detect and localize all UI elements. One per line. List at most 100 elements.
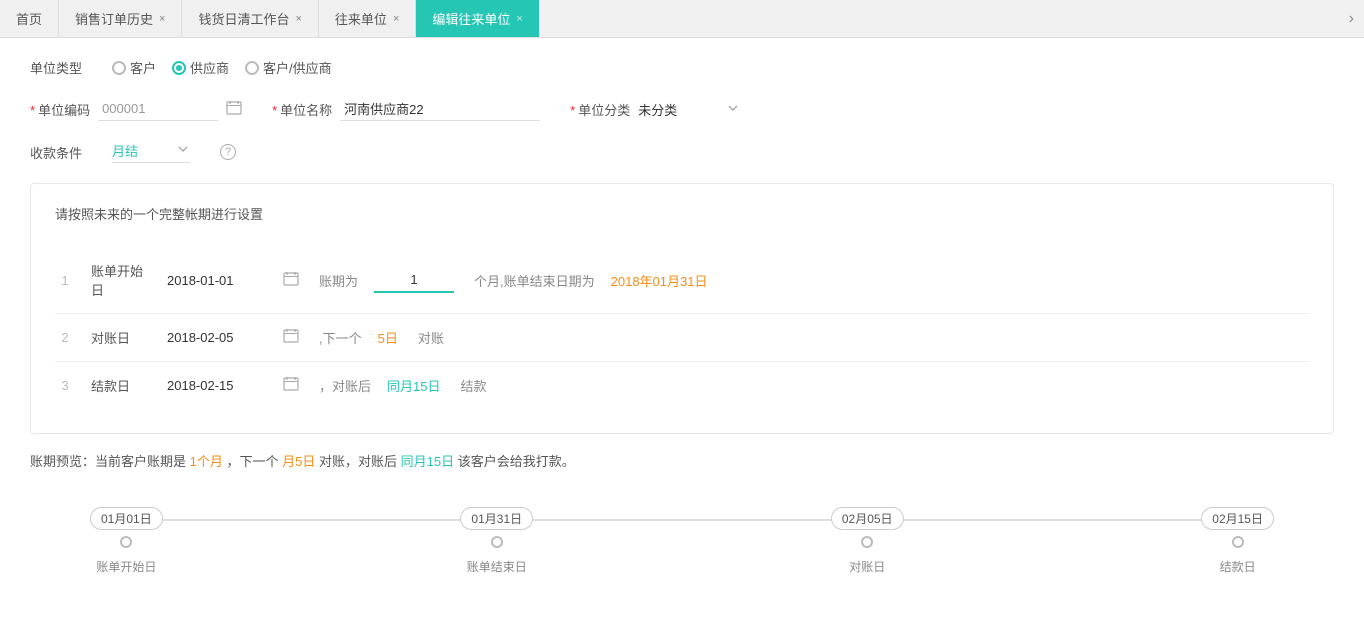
- page-content: 单位类型 客户 供应商 客户/供应商 *单位编码: [0, 38, 1364, 617]
- tab-home[interactable]: 首页: [0, 0, 59, 37]
- period-date-3: 2018-02-15: [167, 378, 267, 393]
- timeline-badge-3: 02月15日: [1201, 507, 1274, 530]
- tab-cash-label: 钱货日清工作台: [198, 9, 289, 28]
- period-row-1: 1 账单开始日 2018-01-01 账期为 个月,账单结束日期为 2018年0…: [55, 247, 1309, 314]
- tab-edit-partner[interactable]: 编辑往来单位 ×: [416, 0, 538, 37]
- unit-code-group: *单位编码: [30, 97, 242, 121]
- timeline-dot-0: [120, 536, 132, 548]
- period-highlight-2: 5日: [378, 328, 398, 347]
- timeline-point-label-3: 结款日: [1220, 558, 1256, 575]
- period-row-3: 3 结款日 2018-02-15 ，对账后 同月15日 结款: [55, 362, 1309, 409]
- radio-customer-supplier[interactable]: 客户/供应商: [245, 58, 332, 77]
- payment-condition-row: 收款条件 月结 ?: [30, 141, 1334, 163]
- timeline-point-label-0: 账单开始日: [96, 558, 156, 575]
- payment-condition-value: 月结: [112, 141, 172, 160]
- required-star-category: *: [570, 103, 575, 118]
- timeline-point-label-1: 账单结束日: [467, 558, 527, 575]
- payment-condition-label: 收款条件: [30, 143, 82, 162]
- timeline-dot-2: [861, 536, 873, 548]
- unit-code-input[interactable]: [98, 97, 218, 121]
- period-highlight-date-1: 2018年01月31日: [611, 271, 708, 290]
- preview-label: 账期预览：当前客户账期是: [30, 454, 186, 469]
- period-rows: 1 账单开始日 2018-01-01 账期为 个月,账单结束日期为 2018年0…: [55, 247, 1309, 409]
- document-icon[interactable]: [226, 100, 242, 119]
- payment-condition-select[interactable]: 月结: [112, 141, 190, 163]
- payment-dropdown-icon[interactable]: [176, 142, 190, 159]
- period-card-title: 请按照未来的一个完整帐期进行设置: [55, 204, 1309, 223]
- period-date-1: 2018-01-01: [167, 273, 267, 288]
- preview-text-4: 该客户会给我打款。: [458, 454, 575, 469]
- calendar-icon-1[interactable]: [283, 271, 299, 290]
- help-text: ?: [225, 146, 231, 158]
- unit-name-label: *单位名称: [272, 100, 332, 119]
- period-desc-prefix-1: 账期为: [319, 271, 358, 290]
- close-icon[interactable]: ×: [295, 13, 301, 25]
- period-index-3: 3: [55, 378, 75, 393]
- period-type-label-2: 对账日: [91, 328, 151, 347]
- timeline-dot-3: [1232, 536, 1244, 548]
- timeline-point-1: 01月31日 账单结束日: [460, 507, 533, 575]
- period-desc-2: ,下一个: [319, 328, 362, 347]
- preview-section: 账期预览：当前客户账期是 1个月 ，下一个 月5日 对账，对账后 同月15日 该…: [30, 450, 1334, 597]
- tab-sales-label: 销售订单历史: [75, 9, 153, 28]
- help-icon[interactable]: ?: [220, 144, 236, 160]
- period-highlight-3: 同月15日: [387, 376, 440, 395]
- period-date-2: 2018-02-05: [167, 330, 267, 345]
- unit-type-row: 单位类型 客户 供应商 客户/供应商: [30, 58, 1334, 77]
- unit-category-value: 未分类: [638, 100, 718, 119]
- unit-type-radio-group: 客户 供应商 客户/供应商: [112, 58, 332, 77]
- close-icon[interactable]: ×: [516, 13, 522, 25]
- radio-circle-both: [245, 61, 259, 75]
- tabs-bar: 首页 销售订单历史 × 钱货日清工作台 × 往来单位 × 编辑往来单位 × ›: [0, 0, 1364, 38]
- period-value-input[interactable]: [374, 268, 454, 293]
- tab-cash-work[interactable]: 钱货日清工作台 ×: [182, 0, 318, 37]
- unit-name-input[interactable]: [340, 97, 540, 121]
- timeline-point-0: 01月01日 账单开始日: [90, 507, 163, 575]
- radio-customer[interactable]: 客户: [112, 58, 156, 77]
- radio-supplier[interactable]: 供应商: [172, 58, 229, 77]
- preview-highlight-1: 1个月: [190, 454, 223, 469]
- close-icon[interactable]: ×: [159, 13, 165, 25]
- unit-category-label: *单位分类: [570, 100, 630, 119]
- calendar-icon-3[interactable]: [283, 376, 299, 395]
- tab-home-label: 首页: [16, 9, 42, 28]
- period-unit-1: 个月,账单结束日期为: [474, 271, 595, 290]
- tab-edit-partner-label: 编辑往来单位: [432, 9, 510, 28]
- period-type-label-3: 结款日: [91, 376, 151, 395]
- unit-type-label: 单位类型: [30, 58, 82, 77]
- required-star-name: *: [272, 103, 277, 118]
- period-suffix-2: 对账: [418, 328, 444, 347]
- close-icon[interactable]: ×: [393, 13, 399, 25]
- timeline-point-2: 02月05日 对账日: [831, 507, 904, 575]
- tab-sales-order-history[interactable]: 销售订单历史 ×: [59, 0, 182, 37]
- category-dropdown-icon[interactable]: [726, 101, 740, 118]
- timeline-point-label-2: 对账日: [849, 558, 885, 575]
- radio-both-label: 客户/供应商: [263, 58, 332, 77]
- preview-highlight-3: 同月15日: [401, 454, 454, 469]
- unit-code-label: *单位编码: [30, 100, 90, 119]
- period-suffix-3: 结款: [460, 376, 486, 395]
- radio-supplier-label: 供应商: [190, 58, 229, 77]
- timeline-dot-1: [491, 536, 503, 548]
- unit-category-group: *单位分类 未分类: [570, 100, 740, 119]
- calendar-icon-2[interactable]: [283, 328, 299, 347]
- tab-partners[interactable]: 往来单位 ×: [319, 0, 416, 37]
- timeline-badge-0: 01月01日: [90, 507, 163, 530]
- period-row-2: 2 对账日 2018-02-05 ,下一个 5日 对账: [55, 314, 1309, 362]
- timeline-points: 01月01日 账单开始日 01月31日 账单结束日 02月05日 对账日 02月…: [90, 507, 1274, 575]
- unit-name-group: *单位名称: [272, 97, 540, 121]
- timeline-badge-2: 02月05日: [831, 507, 904, 530]
- preview-highlight-2: 月5日: [282, 454, 315, 469]
- tab-partners-label: 往来单位: [335, 9, 387, 28]
- period-index-2: 2: [55, 330, 75, 345]
- tab-more-button[interactable]: ›: [1339, 0, 1364, 37]
- preview-text-3: 对账，对账后: [319, 454, 397, 469]
- radio-circle-supplier: [172, 61, 186, 75]
- preview-text-2: ，下一个: [227, 454, 279, 469]
- radio-circle-customer: [112, 61, 126, 75]
- period-index-1: 1: [55, 273, 75, 288]
- period-type-label-1: 账单开始日: [91, 261, 151, 299]
- period-card: 请按照未来的一个完整帐期进行设置 1 账单开始日 2018-01-01 账期为 …: [30, 183, 1334, 434]
- timeline-badge-1: 01月31日: [460, 507, 533, 530]
- radio-customer-label: 客户: [130, 58, 156, 77]
